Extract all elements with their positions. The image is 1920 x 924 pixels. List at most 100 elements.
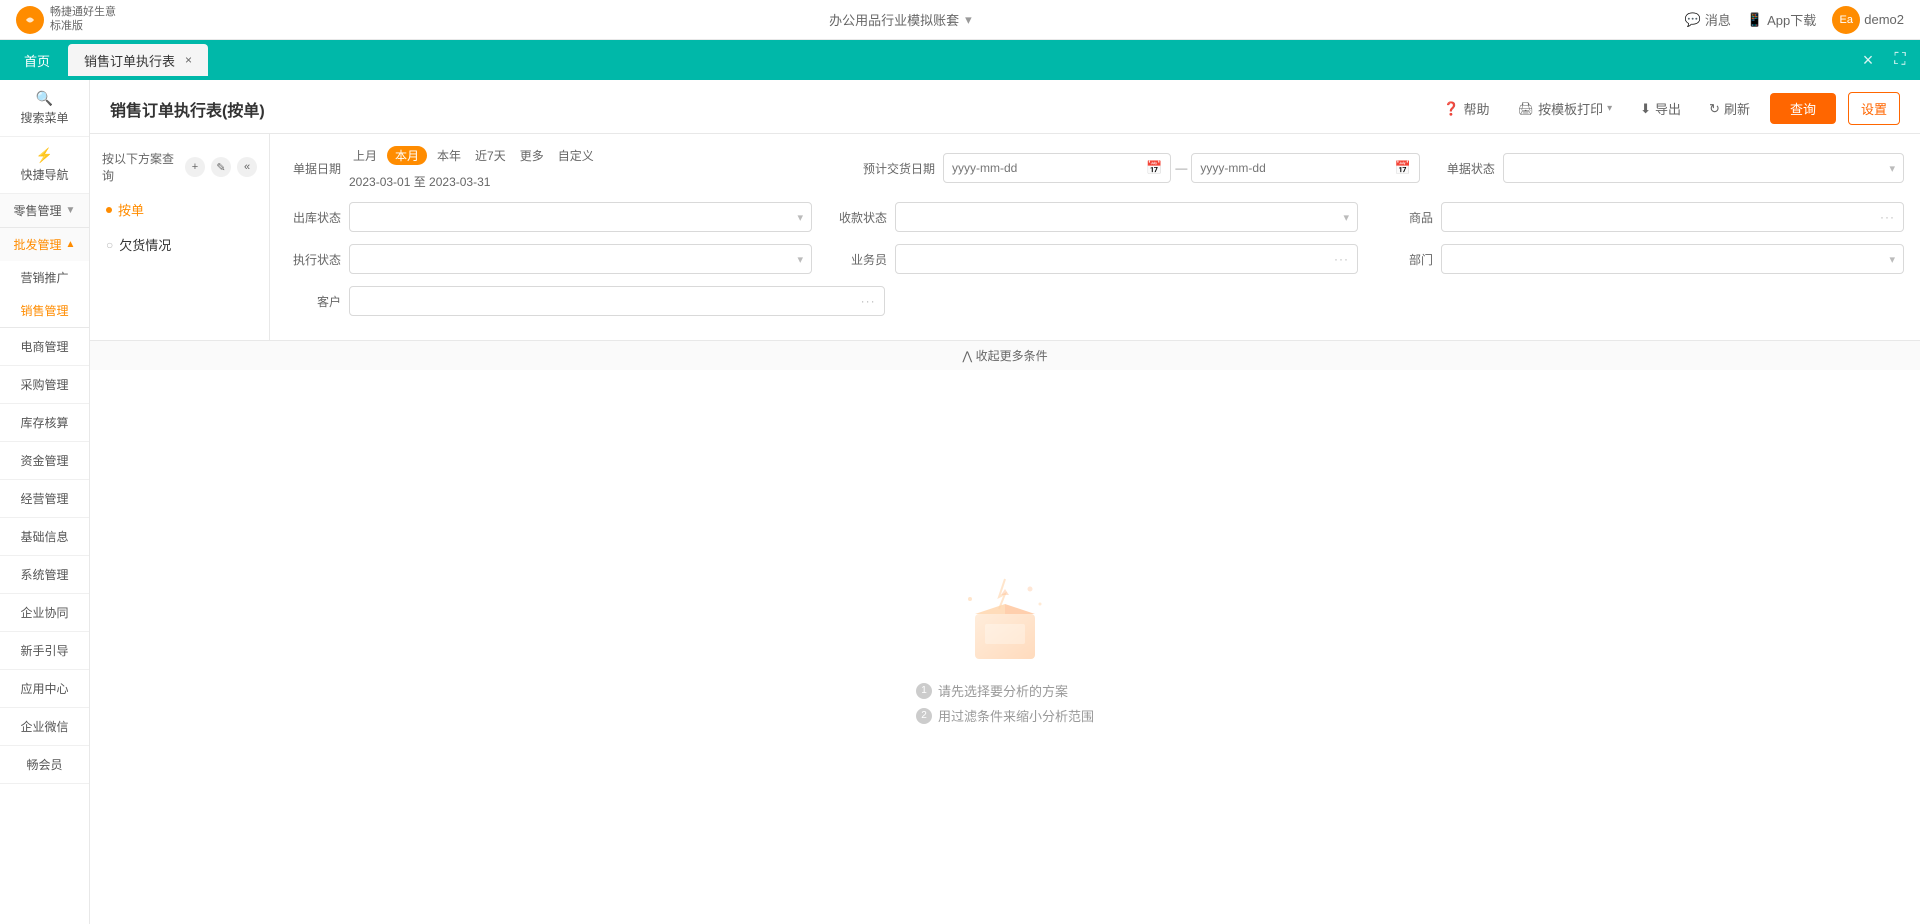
tab-close-icon[interactable]: × xyxy=(185,53,192,67)
download-icon: 📱 xyxy=(1747,12,1763,28)
sidebar-item-purchase[interactable]: 采购管理 xyxy=(0,366,89,404)
empty-hint-1: 1 请先选择要分析的方案 xyxy=(916,681,1094,700)
sidebar-item-system[interactable]: 系统管理 xyxy=(0,556,89,594)
expected-date-range: 📅 — 📅 xyxy=(943,153,1420,183)
settings-button[interactable]: 设置 xyxy=(1848,92,1900,125)
customer-input[interactable] xyxy=(350,287,853,315)
sidebar-item-quicknav[interactable]: ⚡ 快捷导航 xyxy=(0,137,89,194)
dqo-last-month[interactable]: 上月 xyxy=(349,146,381,165)
help-icon: ❓ xyxy=(1443,101,1459,117)
collect-chevron-icon: ▾ xyxy=(1343,211,1349,224)
filter-panel-inner: 按以下方案查询 + ✎ « 按单 ○ 欠货情况 xyxy=(90,134,1920,340)
dqo-more[interactable]: 更多 xyxy=(516,146,548,165)
collapse-scheme-icon[interactable]: « xyxy=(237,157,257,177)
fullscreen-icon[interactable]: ⛶ xyxy=(1888,48,1912,72)
salesman-input-wrap[interactable]: ··· xyxy=(895,244,1358,274)
header-right: 💬 消息 📱 App下载 Ea demo2 xyxy=(1685,6,1904,34)
dqo-this-year[interactable]: 本年 xyxy=(433,146,465,165)
sidebar-group-retail: 零售管理 ▼ xyxy=(0,194,89,228)
calendar-end-icon[interactable]: 📅 xyxy=(1395,160,1411,176)
sidebar-item-basic[interactable]: 基础信息 xyxy=(0,518,89,556)
customer-label: 客户 xyxy=(286,293,341,310)
exec-status-select[interactable]: ▾ xyxy=(349,244,812,274)
salesman-label: 业务员 xyxy=(832,251,887,268)
empty-hints: 1 请先选择要分析的方案 2 用过滤条件来缩小分析范围 xyxy=(916,681,1094,725)
filter-field-customer: 客户 ··· xyxy=(286,286,885,316)
dqo-last-7[interactable]: 近7天 xyxy=(471,146,510,165)
expected-date-start[interactable]: 📅 xyxy=(943,153,1171,183)
edit-scheme-icon[interactable]: ✎ xyxy=(211,157,231,177)
refresh-button[interactable]: ↻ 刷新 xyxy=(1701,95,1758,122)
collapse-bar[interactable]: ⋀ 收起更多条件 xyxy=(90,340,1920,370)
header-dropdown-icon[interactable]: ▾ xyxy=(965,12,972,28)
hint-text-2: 用过滤条件来缩小分析范围 xyxy=(938,706,1094,725)
expected-date-end[interactable]: 📅 xyxy=(1191,153,1419,183)
basic-label: 基础信息 xyxy=(20,528,68,545)
finance-label: 资金管理 xyxy=(20,452,68,469)
sidebar-item-guide[interactable]: 新手引导 xyxy=(0,632,89,670)
scheme-item-backorder[interactable]: ○ 欠货情况 xyxy=(90,227,269,262)
add-scheme-icon[interactable]: + xyxy=(185,157,205,177)
sidebar-item-collab[interactable]: 企业协同 xyxy=(0,594,89,632)
username: demo2 xyxy=(1864,12,1904,27)
dqo-this-month[interactable]: 本月 xyxy=(387,146,427,165)
goods-more-icon[interactable]: ··· xyxy=(1872,210,1903,224)
sidebar-item-retail[interactable]: 零售管理 ▼ xyxy=(0,194,89,227)
filter-row-1: 单据日期 上月 本月 本年 近7天 更多 自定义 xyxy=(286,146,1904,190)
scheme-by-order-label: 按单 xyxy=(118,200,144,219)
goods-input[interactable] xyxy=(1442,203,1872,231)
sidebar-item-member[interactable]: 畅会员 xyxy=(0,746,89,784)
close-window-icon[interactable]: × xyxy=(1856,48,1880,72)
status-label: 单据状态 xyxy=(1440,160,1495,177)
user-area[interactable]: Ea demo2 xyxy=(1832,6,1904,34)
sidebar-item-search[interactable]: 🔍 搜索菜单 xyxy=(0,80,89,137)
ecommerce-label: 电商管理 xyxy=(20,338,68,355)
collect-status-select[interactable]: ▾ xyxy=(895,202,1358,232)
sales-mgmt-label: 销售管理 xyxy=(20,302,68,319)
app-download-button[interactable]: 📱 App下载 xyxy=(1747,10,1816,29)
expected-date-end-input[interactable] xyxy=(1200,161,1390,175)
scheme-item-by-order[interactable]: 按单 xyxy=(90,192,269,227)
header-center[interactable]: 办公用品行业模拟账套 ▾ xyxy=(829,10,972,29)
sidebar-item-wechat[interactable]: 企业微信 xyxy=(0,708,89,746)
sidebar-item-operations[interactable]: 经营管理 xyxy=(0,480,89,518)
customer-more-icon[interactable]: ··· xyxy=(853,294,884,308)
query-button[interactable]: 查询 xyxy=(1770,93,1836,124)
tab-sales-order[interactable]: 销售订单执行表 × xyxy=(68,44,208,76)
active-dot xyxy=(106,207,112,213)
message-icon: 💬 xyxy=(1685,12,1701,28)
empty-illustration xyxy=(955,569,1055,669)
guide-label: 新手引导 xyxy=(20,642,68,659)
export-button[interactable]: ⬇ 导出 xyxy=(1632,95,1689,122)
salesman-more-icon[interactable]: ··· xyxy=(1326,252,1357,266)
ship-status-select[interactable]: ▾ xyxy=(349,202,812,232)
goods-input-wrap[interactable]: ··· xyxy=(1441,202,1904,232)
print-button[interactable]: 🖨 按模板打印 ▾ xyxy=(1510,95,1621,122)
sidebar-subitem-marketing[interactable]: 营销推广 xyxy=(0,261,89,294)
message-button[interactable]: 💬 消息 xyxy=(1685,10,1731,29)
expected-date-start-input[interactable] xyxy=(952,161,1142,175)
sidebar-item-inventory[interactable]: 库存核算 xyxy=(0,404,89,442)
sidebar-item-ecommerce[interactable]: 电商管理 xyxy=(0,328,89,366)
search-label: 搜索菜单 xyxy=(20,109,68,126)
wechat-label: 企业微信 xyxy=(20,718,68,735)
sidebar-item-wholesale[interactable]: 批发管理 ▲ xyxy=(0,228,89,261)
help-button[interactable]: ❓ 帮助 xyxy=(1435,95,1497,122)
calendar-start-icon[interactable]: 📅 xyxy=(1146,160,1162,176)
filter-field-status: 单据状态 ▾ xyxy=(1440,153,1904,183)
salesman-input[interactable] xyxy=(896,245,1326,273)
print-dropdown-icon: ▾ xyxy=(1607,103,1612,114)
tab-home[interactable]: 首页 xyxy=(8,44,66,76)
date-label: 单据日期 xyxy=(286,160,341,177)
dept-select[interactable]: ▾ xyxy=(1441,244,1904,274)
ship-status-label: 出库状态 xyxy=(286,209,341,226)
dept-chevron-icon: ▾ xyxy=(1889,253,1895,266)
collab-label: 企业协同 xyxy=(20,604,68,621)
sidebar-item-appstore[interactable]: 应用中心 xyxy=(0,670,89,708)
customer-input-wrap[interactable]: ··· xyxy=(349,286,885,316)
status-select[interactable]: ▾ xyxy=(1503,153,1904,183)
sidebar-subitem-sales[interactable]: 销售管理 xyxy=(0,294,89,327)
dqo-custom[interactable]: 自定义 xyxy=(554,146,598,165)
print-icon: 🖨 xyxy=(1518,101,1535,117)
sidebar-item-finance[interactable]: 资金管理 xyxy=(0,442,89,480)
